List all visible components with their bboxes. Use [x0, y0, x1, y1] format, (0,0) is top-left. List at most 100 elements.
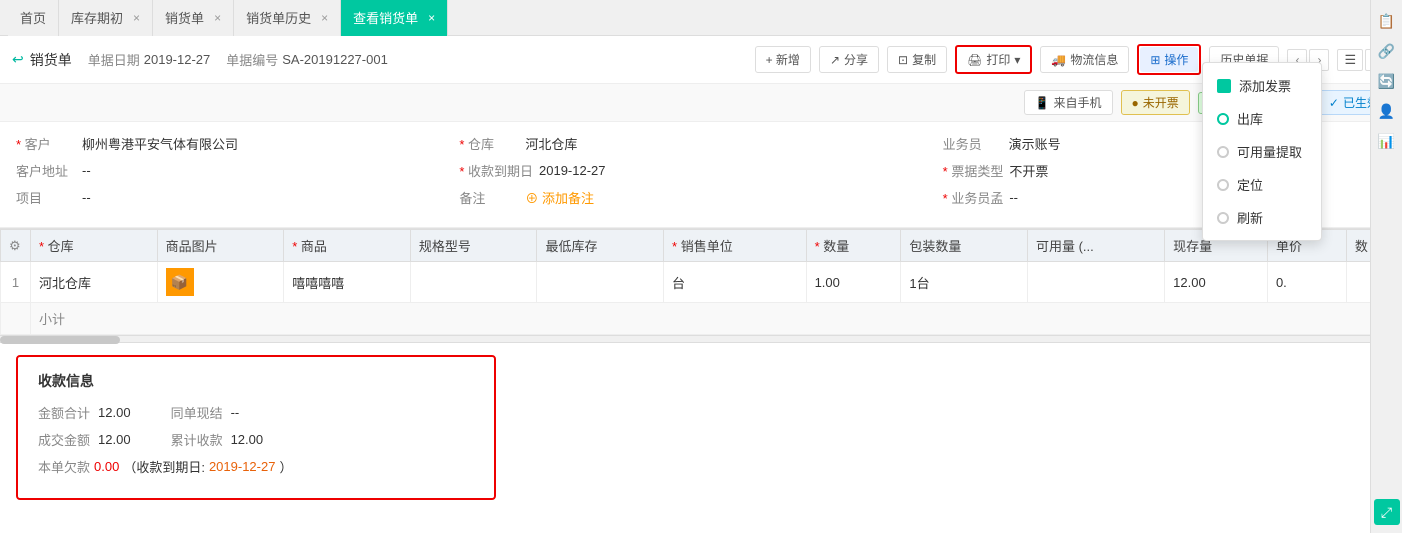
not-opened-btn[interactable]: ● 未开票 — [1121, 90, 1190, 115]
tab-home-label: 首页 — [20, 8, 46, 27]
payment-row-3: 本单欠款 0.00 （收款到期日: 2019-12-27 ） — [38, 457, 474, 476]
locate-label: 定位 — [1237, 175, 1263, 194]
cumulative-item: 累计收款 12.00 — [171, 430, 264, 449]
phone-icon: 📱 — [1035, 96, 1050, 110]
not-opened-label: 未开票 — [1143, 94, 1179, 111]
tab-view-sales-close[interactable]: × — [428, 11, 435, 25]
due-date-value: 2019-12-27 — [539, 163, 606, 178]
sidebar-btn-expand[interactable]: ⤢ — [1374, 499, 1400, 525]
toolbar-row: 📱 来自手机 ● 未开票 ✓ ✓ 已核销 ✓ 已生效 — [0, 84, 1402, 122]
new-button-label: + 新增 — [766, 51, 800, 68]
payment-title: 收款信息 — [38, 371, 474, 391]
sidebar-btn-3[interactable]: 🔄 — [1374, 68, 1400, 94]
doc-date-value: 2019-12-27 — [144, 52, 211, 67]
balance-note: （收款到期日: — [123, 457, 205, 476]
refresh-item[interactable]: 刷新 — [1203, 201, 1321, 234]
product-thumb-icon: 📦 — [171, 274, 188, 291]
tab-sales-history[interactable]: 销货单历史 × — [234, 0, 341, 36]
operate-button[interactable]: ⊞ 操作 — [1140, 47, 1198, 72]
cell-product-img: 📦 — [157, 262, 284, 303]
th-settings[interactable]: ⚙ — [1, 230, 31, 262]
tab-sales-order-close[interactable]: × — [214, 11, 221, 25]
data-table: ⚙ * 仓库 商品图片 * 商品 规格型号 最低库存 * 销售单位 * 数量 包… — [0, 229, 1402, 335]
outbound-item[interactable]: 出库 — [1203, 102, 1321, 135]
tab-sales-history-close[interactable]: × — [321, 11, 328, 25]
employee-value: 演示账号 — [1009, 134, 1061, 153]
subtotal-row: 小计 — [1, 303, 1402, 335]
sidebar-btn-1[interactable]: 📋 — [1374, 8, 1400, 34]
new-button[interactable]: + 新增 — [755, 46, 811, 73]
cell-pack-qty: 1台 — [901, 262, 1028, 303]
sidebar-btn-2[interactable]: 🔗 — [1374, 38, 1400, 64]
payment-row-1: 金额合计 12.00 同单现结 -- — [38, 403, 474, 422]
operate-grid-icon: ⊞ — [1150, 53, 1160, 67]
th-product-img: 商品图片 — [157, 230, 284, 262]
transaction-value: 12.00 — [98, 432, 131, 447]
address-field: 客户地址 -- — [16, 161, 459, 180]
tab-bar: 首页 库存期初 × 销货单 × 销货单历史 × 查看销货单 × × — [0, 0, 1402, 36]
form-area: 客户 柳州粤港平安气体有限公司 仓库 河北仓库 业务员 演示账号 客户地址 --… — [0, 122, 1402, 228]
tab-stock-init[interactable]: 库存期初 × — [59, 0, 153, 36]
doc-type-icon: ↩ — [12, 51, 24, 68]
subtotal-content: 小计 — [31, 303, 1402, 335]
tab-view-sales[interactable]: 查看销货单 × — [341, 0, 448, 36]
tab-stock-init-close[interactable]: × — [133, 11, 140, 25]
cell-spec — [410, 262, 537, 303]
form-row-1: 客户 柳州粤港平安气体有限公司 仓库 河北仓库 业务员 演示账号 — [16, 134, 1386, 153]
row-num: 1 — [1, 262, 31, 303]
form-row-2: 客户地址 -- 收款到期日 2019-12-27 票据类型 不开票 — [16, 161, 1386, 180]
print-button-label: 打印 — [986, 51, 1010, 68]
sidebar-btn-5[interactable]: 📊 — [1374, 128, 1400, 154]
add-remark-btn[interactable]: ⊕ 添加备注 — [525, 188, 594, 207]
doc-no-label: 单据编号 — [226, 50, 278, 69]
from-phone-btn[interactable]: 📱 来自手机 — [1024, 90, 1113, 115]
doc-header: ↩ 销货单 单据日期 2019-12-27 单据编号 SA-20191227-0… — [0, 36, 1402, 84]
print-button[interactable]: 🖨 打印 ▾ — [955, 45, 1032, 74]
operate-dropdown: 添加发票 出库 可用量提取 定位 刷新 — [1202, 62, 1322, 241]
address-value: -- — [82, 163, 91, 178]
remark-field: 备注 ⊕ 添加备注 — [459, 188, 902, 207]
tab-home[interactable]: 首页 — [8, 0, 59, 36]
logistics-icon: 🚚 — [1051, 53, 1066, 67]
subtotal-label — [1, 303, 31, 335]
share-button[interactable]: ↗ 分享 — [819, 46, 879, 73]
outbound-label: 出库 — [1237, 109, 1263, 128]
salesperson-label: 业务员孟 — [943, 188, 1004, 207]
available-qty-item[interactable]: 可用量提取 — [1203, 135, 1321, 168]
sidebar-btn-4[interactable]: 👤 — [1374, 98, 1400, 124]
cell-min-stock — [537, 262, 664, 303]
settlement-value: -- — [231, 405, 240, 420]
add-invoice-item[interactable]: 添加发票 — [1203, 69, 1321, 102]
cell-available — [1027, 262, 1164, 303]
project-value: -- — [82, 190, 91, 205]
doc-no-value: SA-20191227-001 — [282, 52, 388, 67]
tab-view-sales-label: 查看销货单 — [353, 8, 418, 27]
warehouse-label: 仓库 — [459, 134, 519, 153]
bottom-panel: 收款信息 金额合计 12.00 同单现结 -- 成交金额 12.00 累计收款 — [0, 343, 1402, 512]
table-scroll-bar[interactable] — [0, 335, 1402, 343]
copy-button[interactable]: ⊡ 复制 — [887, 46, 947, 73]
total-value: 12.00 — [98, 405, 131, 420]
form-row-3: 项目 -- 备注 ⊕ 添加备注 业务员孟 -- — [16, 188, 1386, 207]
balance-date: 2019-12-27 — [209, 459, 276, 474]
from-phone-label: 来自手机 — [1054, 94, 1102, 111]
cell-qty: 1.00 — [806, 262, 901, 303]
customer-label: 客户 — [16, 134, 76, 153]
warehouse-field: 仓库 河北仓库 — [459, 134, 902, 153]
cell-warehouse: 河北仓库 — [31, 262, 158, 303]
cell-product: 嘻嘻嘻嘻 — [284, 262, 411, 303]
print-dropdown-icon: ▾ — [1014, 53, 1020, 67]
th-spec: 规格型号 — [410, 230, 537, 262]
locate-item[interactable]: 定位 — [1203, 168, 1321, 201]
th-product: * 商品 — [284, 230, 411, 262]
list-view-btn[interactable]: ☰ — [1337, 49, 1363, 71]
logistics-button[interactable]: 🚚 物流信息 — [1040, 46, 1129, 73]
warehouse-value: 河北仓库 — [525, 134, 577, 153]
balance-value: 0.00 — [94, 459, 119, 474]
cumulative-label: 累计收款 — [171, 430, 223, 449]
balance-label: 本单欠款 — [38, 457, 90, 476]
outbound-icon — [1217, 113, 1229, 125]
share-button-label: 分享 — [844, 51, 868, 68]
settings-icon[interactable]: ⚙ — [9, 238, 21, 253]
tab-sales-order[interactable]: 销货单 × — [153, 0, 234, 36]
